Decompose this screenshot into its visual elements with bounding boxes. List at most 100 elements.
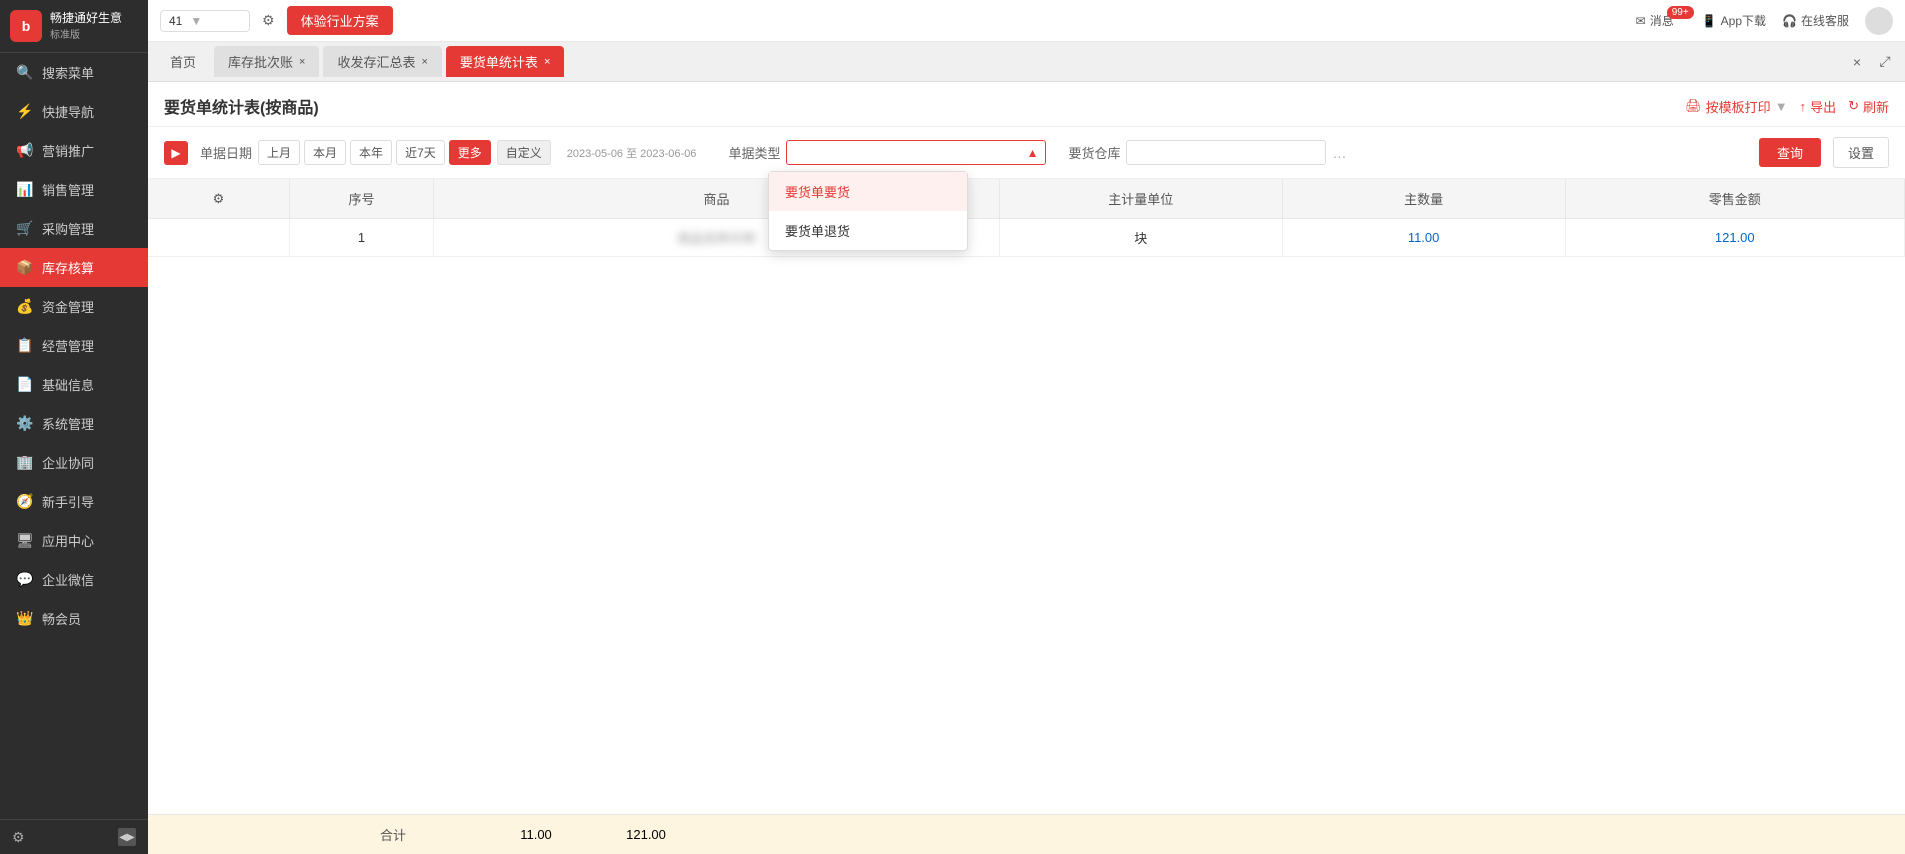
query-button[interactable]: 查询	[1759, 138, 1821, 167]
data-table: ⚙ 序号 商品 主计量单位 主数量 零售金额 1 商品名称示例 块	[148, 179, 1905, 257]
user-avatar[interactable]	[1865, 7, 1893, 35]
sidebar-item-vip[interactable]: 👑 畅会员	[0, 599, 148, 638]
warehouse-filter-input[interactable]	[1126, 140, 1326, 165]
tab-home[interactable]: 首页	[156, 46, 210, 77]
page-content: 要货单统计表(按商品) 🖨 按模板打印 ▼ ↑ 导出 ↻ 刷新 ▶	[148, 82, 1905, 854]
type-filter-label: 单据类型	[728, 143, 780, 162]
trial-button[interactable]: 体验行业方案	[287, 6, 393, 35]
app-download-button[interactable]: 📱 App下载	[1702, 12, 1766, 29]
sidebar-item-search[interactable]: 🔍 搜索菜单	[0, 53, 148, 92]
sidebar-item-sales[interactable]: 📊 销售管理	[0, 170, 148, 209]
topbar-right: ✉ 消息 99+ 📱 App下载 🎧 在线客服	[1636, 7, 1893, 35]
date-filter-group: 单据日期 上月 本月 本年 近7天 更多 自定义	[200, 140, 551, 165]
date-btn-this-year[interactable]: 本年	[350, 140, 392, 165]
date-btn-this-month[interactable]: 本月	[304, 140, 346, 165]
type-filter-group: 单据类型 ▲	[728, 140, 1046, 165]
marketing-icon: 📢	[16, 142, 34, 159]
type-filter-input[interactable]	[786, 140, 1046, 165]
sidebar-item-finance-label: 资金管理	[42, 297, 94, 316]
sidebar-item-quick-nav-label: 快捷导航	[42, 102, 94, 121]
online-service-label: 在线客服	[1801, 12, 1849, 29]
sidebar-item-purchase[interactable]: 🛒 采购管理	[0, 209, 148, 248]
refresh-label: 刷新	[1863, 97, 1889, 116]
vip-icon: 👑	[16, 610, 34, 627]
topbar-settings-icon[interactable]: ⚙	[262, 12, 275, 29]
col-quantity: 主数量	[1282, 179, 1565, 219]
sidebar-item-wechat[interactable]: 💬 企业微信	[0, 560, 148, 599]
close-all-tabs-button[interactable]: ×	[1845, 50, 1869, 74]
main-area: 41 ▼ ⚙ 体验行业方案 ✉ 消息 99+ 📱 App下载 🎧 在线客服	[148, 0, 1905, 854]
store-dropdown-icon: ▼	[190, 14, 202, 28]
type-filter-chevron-icon[interactable]: ▲	[1027, 146, 1039, 160]
tab-home-label: 首页	[170, 52, 196, 71]
finance-icon: 💰	[16, 298, 34, 315]
store-selector[interactable]: 41 ▼	[160, 10, 250, 32]
table-area: ⚙ 序号 商品 主计量单位 主数量 零售金额 1 商品名称示例 块	[148, 179, 1905, 814]
sidebar-item-enterprise[interactable]: 🏢 企业协同	[0, 443, 148, 482]
filter-bar: ▶ 单据日期 上月 本月 本年 近7天 更多 自定义 2023-05-06 至 …	[148, 127, 1905, 179]
row-unit: 块	[999, 219, 1282, 257]
phone-icon: 📱	[1702, 14, 1717, 28]
refresh-icon: ↻	[1848, 98, 1859, 114]
sidebar-item-apps-label: 应用中心	[42, 531, 94, 550]
sidebar-item-finance[interactable]: 💰 资金管理	[0, 287, 148, 326]
sidebar-item-apps[interactable]: 🖥 应用中心	[0, 521, 148, 560]
sidebar-item-guide[interactable]: 🧭 新手引导	[0, 482, 148, 521]
enterprise-icon: 🏢	[16, 454, 34, 471]
date-custom-button[interactable]: 自定义	[497, 140, 551, 165]
date-btn-more[interactable]: 更多	[449, 140, 491, 165]
table-settings-icon[interactable]: ⚙	[213, 191, 225, 206]
date-preset-buttons: 上月 本月 本年 近7天 更多	[258, 140, 491, 165]
guide-icon: 🧭	[16, 493, 34, 510]
maximize-tab-button[interactable]: ⤢	[1873, 50, 1897, 74]
tab-batch-close[interactable]: ×	[299, 56, 305, 68]
export-button[interactable]: ↑ 导出	[1800, 97, 1837, 116]
collapse-sidebar-button[interactable]: ◀▶	[118, 828, 136, 846]
warehouse-filter-group: 要货仓库 …	[1068, 140, 1346, 165]
online-service-button[interactable]: 🎧 在线客服	[1782, 12, 1849, 29]
row-amount[interactable]: 121.00	[1565, 219, 1904, 257]
tab-batch[interactable]: 库存批次账 ×	[214, 46, 319, 77]
date-filter-label: 单据日期	[200, 143, 252, 162]
apps-icon: 🖥	[16, 532, 34, 549]
tab-receipts-close[interactable]: ×	[421, 56, 427, 68]
date-btn-last-7days[interactable]: 近7天	[396, 140, 445, 165]
print-arrow-icon: ▼	[1775, 99, 1788, 114]
sidebar-logo: b 畅捷通好生意 标准版	[0, 0, 148, 53]
sidebar-item-wechat-label: 企业微信	[42, 570, 94, 589]
messages-badge: 99+	[1667, 6, 1694, 19]
filter-expand-button[interactable]: ▶	[164, 141, 188, 165]
footer-quantity: 11.00	[406, 827, 586, 842]
sidebar-item-marketing[interactable]: 📢 营销推广	[0, 131, 148, 170]
warehouse-more-icon[interactable]: …	[1332, 145, 1346, 161]
dropdown-item-return[interactable]: 要货单退货	[769, 211, 967, 250]
page-title: 要货单统计表(按商品)	[164, 94, 319, 118]
store-name: 41	[169, 14, 182, 28]
messages-button[interactable]: ✉ 消息 99+	[1636, 12, 1686, 29]
row-quantity[interactable]: 11.00	[1282, 219, 1565, 257]
sidebar-item-operations[interactable]: 📋 经营管理	[0, 326, 148, 365]
sidebar-item-basics[interactable]: 📄 基础信息	[0, 365, 148, 404]
print-icon: 🖨	[1685, 98, 1702, 114]
sidebar-item-quick-nav[interactable]: ⚡ 快捷导航	[0, 92, 148, 131]
sidebar-item-system[interactable]: ⚙️ 系统管理	[0, 404, 148, 443]
system-icon: ⚙️	[16, 415, 34, 432]
tab-orders[interactable]: 要货单统计表 ×	[446, 46, 564, 77]
date-btn-last-month[interactable]: 上月	[258, 140, 300, 165]
tab-batch-label: 库存批次账	[228, 52, 293, 71]
col-amount: 零售金额	[1565, 179, 1904, 219]
date-range-display: 2023-05-06 至 2023-06-06	[567, 145, 697, 161]
type-input-wrapper: ▲	[786, 140, 1046, 165]
wechat-icon: 💬	[16, 571, 34, 588]
col-settings[interactable]: ⚙	[148, 179, 289, 219]
print-button[interactable]: 🖨 按模板打印 ▼	[1685, 97, 1787, 116]
logo-text-area: 畅捷通好生意 标准版	[50, 11, 122, 42]
tab-orders-close[interactable]: ×	[544, 56, 550, 68]
dropdown-item-order[interactable]: 要货单要货	[769, 172, 967, 211]
tab-receipts[interactable]: 收发存汇总表 ×	[323, 46, 441, 77]
refresh-button[interactable]: ↻ 刷新	[1848, 97, 1889, 116]
sidebar-item-inventory[interactable]: 📦 库存核算	[0, 248, 148, 287]
sidebar: b 畅捷通好生意 标准版 🔍 搜索菜单 ⚡ 快捷导航 📢 营销推广 📊 销售管理…	[0, 0, 148, 854]
filter-settings-button[interactable]: 设置	[1833, 137, 1889, 168]
settings-footer-icon[interactable]: ⚙	[12, 829, 25, 846]
